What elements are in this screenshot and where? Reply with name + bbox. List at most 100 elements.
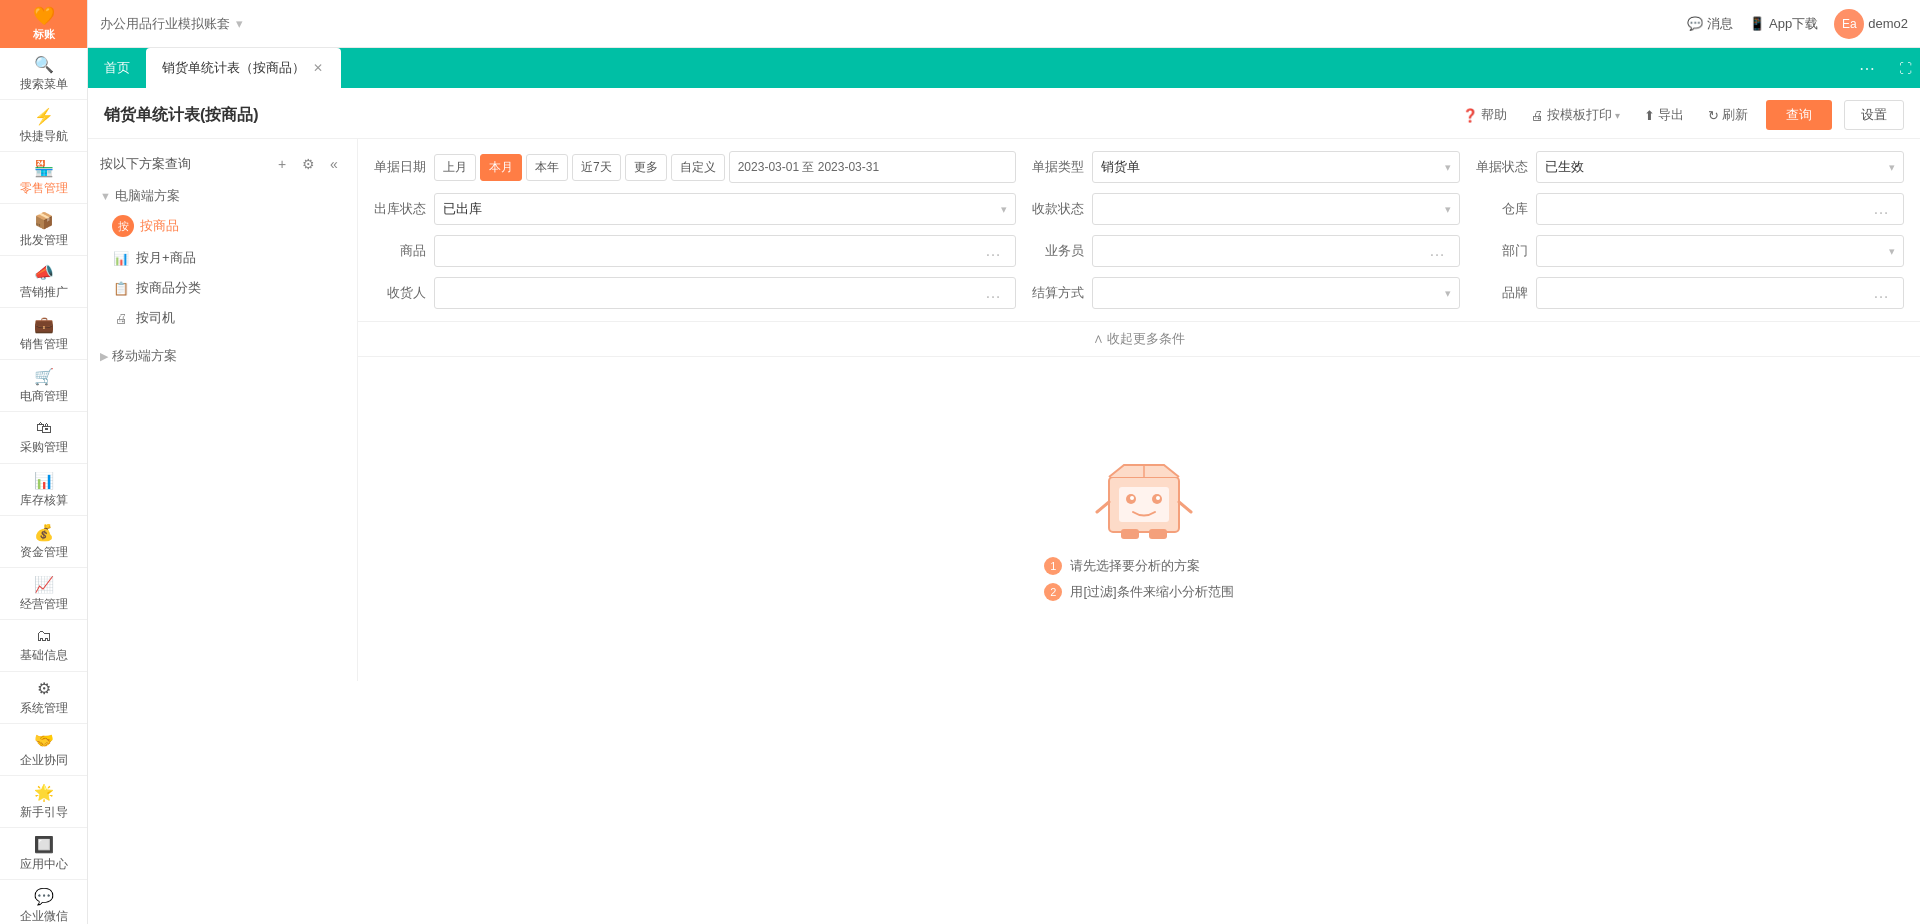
- brand-dots-icon[interactable]: …: [1867, 284, 1895, 302]
- msg-button[interactable]: 💬 消息: [1687, 15, 1733, 33]
- settings-button[interactable]: 设置: [1844, 100, 1904, 130]
- sidebar-item-guide[interactable]: 🌟 新手引导: [0, 776, 87, 828]
- scheme-item-by-cashier[interactable]: 🖨 按司机: [88, 303, 357, 333]
- filter-stock-status-select[interactable]: 已出库 ▾: [434, 193, 1016, 225]
- filter-receipt-status-control: ▾: [1092, 193, 1460, 225]
- filter-doc-status-select[interactable]: 已生效 ▾: [1536, 151, 1904, 183]
- tabbar-fullscreen-icon[interactable]: ⛶: [1891, 61, 1920, 76]
- query-button[interactable]: 查询: [1766, 100, 1832, 130]
- filter-doc-type-select[interactable]: 销货单 ▾: [1092, 151, 1460, 183]
- date-more-button[interactable]: 更多: [625, 154, 667, 181]
- sidebar-item-finance[interactable]: 💰 资金管理: [0, 516, 87, 568]
- tab-sales-stat-label: 销货单统计表（按商品）: [162, 59, 305, 77]
- tab-home[interactable]: 首页: [88, 48, 146, 88]
- export-button[interactable]: ⬆ 导出: [1638, 102, 1690, 128]
- filter-payment-select[interactable]: ▾: [1092, 277, 1460, 309]
- svg-line-6: [1097, 502, 1109, 512]
- sidebar-item-enterprise[interactable]: 🤝 企业协同: [0, 724, 87, 776]
- svg-point-5: [1156, 496, 1160, 500]
- salesperson-dots-icon[interactable]: …: [1423, 242, 1451, 260]
- receipt-status-dropdown-icon: ▾: [1445, 203, 1451, 216]
- sidebar-item-search[interactable]: 🔍 搜索菜单: [0, 48, 87, 100]
- sidebar-item-base[interactable]: 🗂 基础信息: [0, 620, 87, 672]
- sidebar-item-ecommerce[interactable]: 🛒 电商管理: [0, 360, 87, 412]
- filter-brand-item: 品牌 …: [1476, 277, 1904, 309]
- app-download-button[interactable]: 📱 App下载: [1749, 15, 1818, 33]
- filter-department-control: ▾: [1536, 235, 1904, 267]
- warehouse-dots-icon[interactable]: …: [1867, 200, 1895, 218]
- logo-label: 标账: [33, 27, 55, 42]
- sidebar-item-wholesale[interactable]: 📦 批发管理: [0, 204, 87, 256]
- sidebar-item-apps[interactable]: 🔲 应用中心: [0, 828, 87, 880]
- help-button[interactable]: ❓ 帮助: [1456, 102, 1513, 128]
- scheme-settings-button[interactable]: ⚙: [297, 153, 319, 175]
- tabbar-expand-icon[interactable]: ⋯: [1847, 59, 1887, 78]
- product-dots-icon[interactable]: …: [979, 242, 1007, 260]
- filter-receiver-select[interactable]: …: [434, 277, 1016, 309]
- sidebar-item-inventory[interactable]: 📊 库存核算: [0, 464, 87, 516]
- filter-doc-type-value: 销货单: [1101, 158, 1445, 176]
- sidebar-item-retail-label: 零售管理: [20, 180, 68, 197]
- sidebar-item-base-label: 基础信息: [20, 647, 68, 664]
- filter-salesperson-label: 业务员: [1032, 242, 1092, 260]
- filter-warehouse-select[interactable]: …: [1536, 193, 1904, 225]
- date-last7-button[interactable]: 近7天: [572, 154, 621, 181]
- content-inner: 销货单统计表(按商品) ❓ 帮助 🖨 按模板打印 ▾ ⬆ 导出: [88, 88, 1920, 924]
- user-menu[interactable]: Ea demo2: [1834, 9, 1908, 39]
- sidebar-item-marketing[interactable]: 📣 营销推广: [0, 256, 87, 308]
- filter-date-range: 上月 本月 本年 近7天 更多 自定义 2023-03-01 至 2023-03…: [434, 151, 1016, 183]
- date-custom-button[interactable]: 自定义: [671, 154, 725, 181]
- content-area: 销货单统计表(按商品) ❓ 帮助 🖨 按模板打印 ▾ ⬆ 导出: [88, 88, 1920, 924]
- scheme-item-by-category[interactable]: 📋 按商品分类: [88, 273, 357, 303]
- print-button[interactable]: 🖨 按模板打印 ▾: [1525, 102, 1626, 128]
- app-download-label: App下载: [1769, 15, 1818, 33]
- receiver-dots-icon[interactable]: …: [979, 284, 1007, 302]
- refresh-button[interactable]: ↻ 刷新: [1702, 102, 1754, 128]
- sidebar-item-purchase[interactable]: 🛍 采购管理: [0, 412, 87, 464]
- scheme-item-by-product[interactable]: 按 按商品: [88, 209, 357, 243]
- date-this-year-button[interactable]: 本年: [526, 154, 568, 181]
- scheme-collapse-button[interactable]: «: [323, 153, 345, 175]
- breadcrumb-arrow[interactable]: ▾: [236, 16, 243, 31]
- sidebar-item-sales[interactable]: 💼 销售管理: [0, 308, 87, 360]
- filter-doc-status-label: 单据状态: [1476, 158, 1536, 176]
- sidebar-item-retail[interactable]: 🏪 零售管理: [0, 152, 87, 204]
- sidebar-item-quick-nav[interactable]: ⚡ 快捷导航: [0, 100, 87, 152]
- sidebar-item-system[interactable]: ⚙ 系统管理: [0, 672, 87, 724]
- category-icon: 📋: [112, 279, 130, 297]
- sidebar-item-sales-label: 销售管理: [20, 336, 68, 353]
- filter-department-select[interactable]: ▾: [1536, 235, 1904, 267]
- tab-close-icon[interactable]: ✕: [311, 59, 325, 77]
- scheme-group-pc-header[interactable]: ▼ 电脑端方案: [88, 181, 357, 209]
- filter-department-item: 部门 ▾: [1476, 235, 1904, 267]
- svg-rect-8: [1121, 529, 1139, 539]
- retail-icon: 🏪: [34, 159, 54, 178]
- filter-receipt-status-select[interactable]: ▾: [1092, 193, 1460, 225]
- sidebar: 🧡 标账 🔍 搜索菜单 ⚡ 快捷导航 🏪 零售管理 📦 批发管理 📣 营销推广 …: [0, 0, 88, 924]
- scheme-item-by-month-product[interactable]: 📊 按月+商品: [88, 243, 357, 273]
- date-last-month-button[interactable]: 上月: [434, 154, 476, 181]
- sidebar-item-operations[interactable]: 📈 经营管理: [0, 568, 87, 620]
- scheme-group-mobile-header[interactable]: ▶ 移动端方案: [88, 341, 357, 369]
- filter-product-control: …: [434, 235, 1016, 267]
- filter-salesperson-select[interactable]: …: [1092, 235, 1460, 267]
- sidebar-item-wechat[interactable]: 💬 企业微信: [0, 880, 87, 924]
- date-range-input[interactable]: 2023-03-01 至 2023-03-31: [729, 151, 1016, 183]
- filter-row-4: 收货人 … 结算方式: [374, 277, 1904, 309]
- scheme-add-button[interactable]: +: [271, 153, 293, 175]
- base-icon: 🗂: [36, 627, 52, 645]
- filter-product-select[interactable]: …: [434, 235, 1016, 267]
- scheme-item-by-product-label: 按商品: [140, 217, 179, 235]
- filter-salesperson-item: 业务员 …: [1032, 235, 1460, 267]
- scheme-item-by-category-label: 按商品分类: [136, 279, 201, 297]
- filter-receiver-item: 收货人 …: [374, 277, 1016, 309]
- sidebar-item-enterprise-label: 企业协同: [20, 752, 68, 769]
- filter-brand-select[interactable]: …: [1536, 277, 1904, 309]
- tab-sales-stat[interactable]: 销货单统计表（按商品） ✕: [146, 48, 341, 88]
- left-panel: 按以下方案查询 + ⚙ « ▼ 电脑端方案: [88, 139, 358, 681]
- topbar: 办公用品行业模拟账套 ▾ 💬 消息 📱 App下载 Ea demo2: [88, 0, 1920, 48]
- stock-status-dropdown-icon: ▾: [1001, 203, 1007, 216]
- doc-type-dropdown-icon: ▾: [1445, 161, 1451, 174]
- collapse-bar[interactable]: ∧ 收起更多条件: [358, 322, 1920, 357]
- date-this-month-button[interactable]: 本月: [480, 154, 522, 181]
